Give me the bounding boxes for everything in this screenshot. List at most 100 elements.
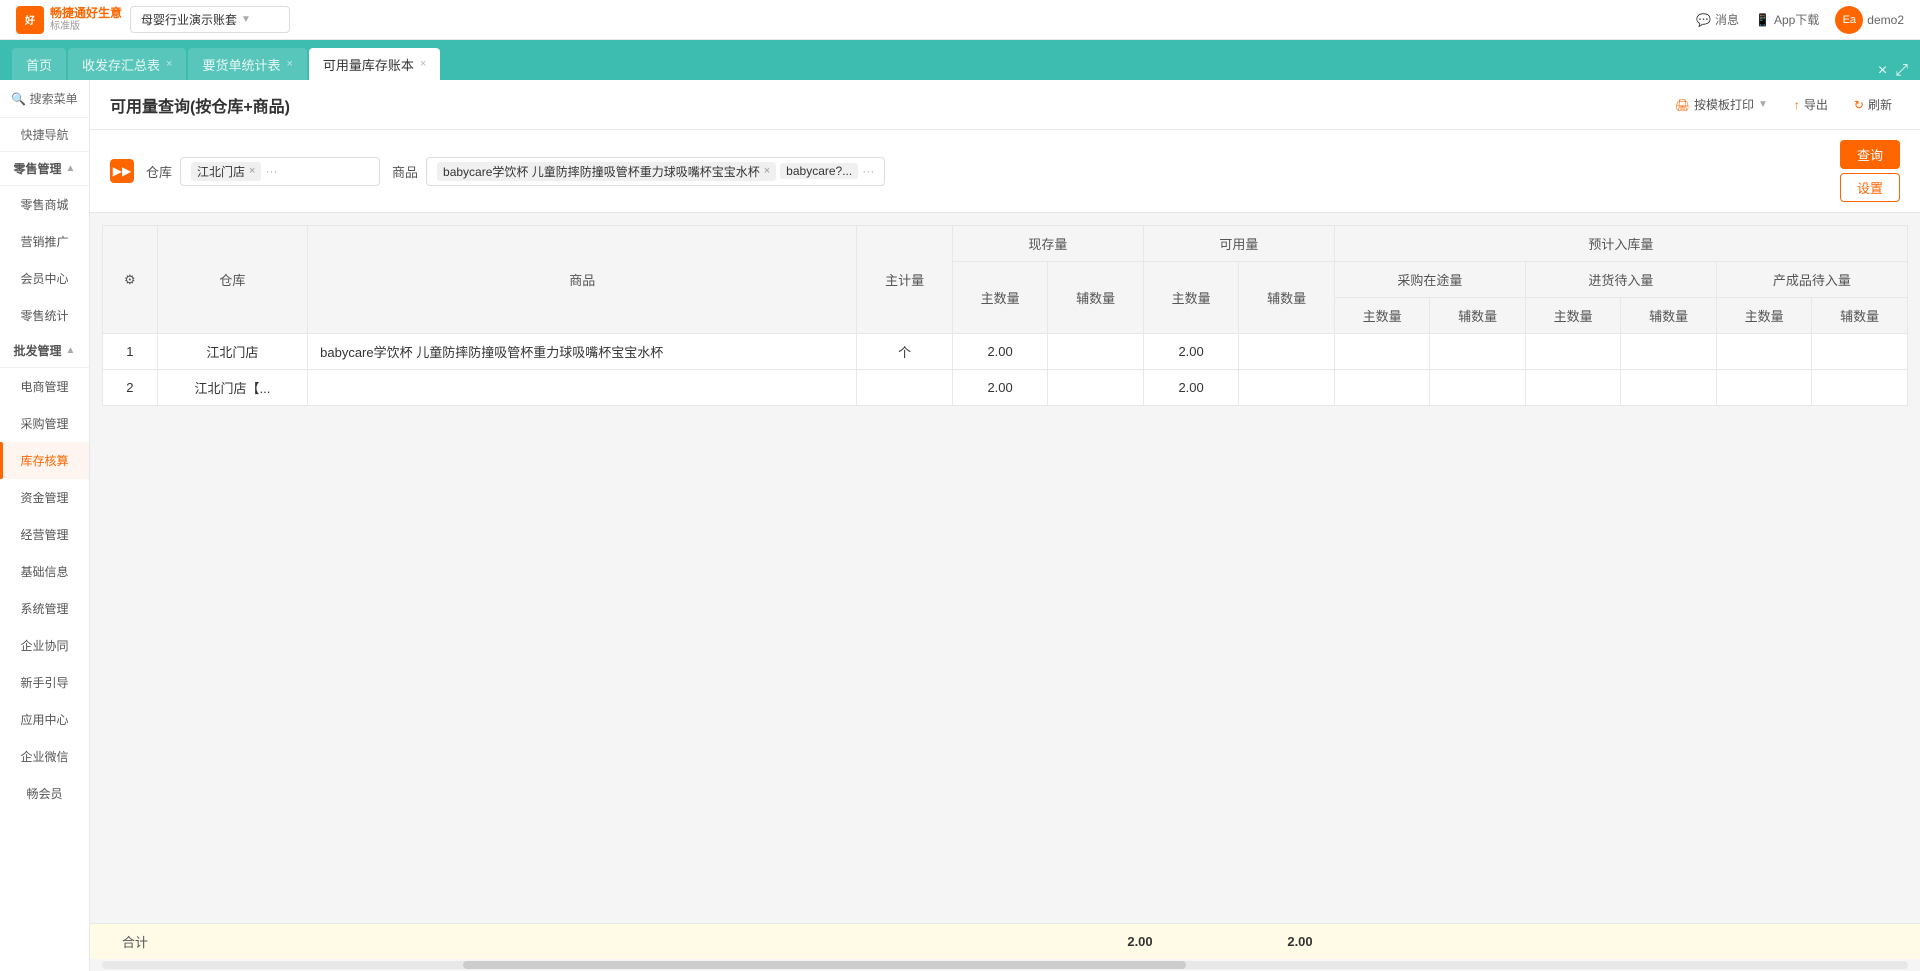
filter-warehouse-value: 江北门店	[197, 163, 245, 180]
sidebar-item-marketing[interactable]: 营销推广	[0, 223, 89, 260]
th-purchase-main: 主数量	[1334, 298, 1430, 334]
th-incoming-group: 进货待入量	[1525, 262, 1716, 298]
cell-product-0: babycare学饮杯 儿童防摔防撞吸管杯重力球吸嘴杯宝宝水杯	[308, 334, 857, 370]
sidebar-item-member[interactable]: 会员中心	[0, 260, 89, 297]
th-stock-main: 主数量	[952, 262, 1048, 334]
th-available-sub: 辅数量	[1239, 262, 1335, 334]
tab-available[interactable]: 可用量库存账本 ×	[309, 48, 440, 80]
tab-order-close[interactable]: ×	[286, 58, 292, 70]
filter-warehouse-input[interactable]: 江北门店 × ···	[180, 157, 380, 186]
th-purchase-group: 采购在途量	[1334, 262, 1525, 298]
th-purchase-sub: 辅数量	[1430, 298, 1526, 334]
filter-warehouse-remove[interactable]: ×	[249, 165, 255, 177]
cell-index-0: 1	[103, 334, 158, 370]
filter-product-more[interactable]: ···	[862, 164, 874, 178]
sidebar-item-finance[interactable]: 资金管理	[0, 479, 89, 516]
footer-label: 合计	[110, 932, 160, 951]
cell-warehouse-0: 江北门店	[157, 334, 307, 370]
message-button[interactable]: 💬 消息	[1696, 11, 1739, 28]
refresh-button[interactable]: ↻ 刷新	[1846, 92, 1900, 117]
filter-warehouse-more[interactable]: ···	[265, 164, 277, 178]
sidebar-section-wholesale[interactable]: 批发管理 ▲	[0, 334, 89, 368]
sidebar-item-retail-shop[interactable]: 零售商城	[0, 186, 89, 223]
sidebar-search[interactable]: 🔍 搜索菜单	[0, 80, 89, 118]
tab-expand-button[interactable]: ⤢	[1895, 62, 1908, 80]
cell-unit-0: 个	[857, 334, 953, 370]
footer-stock-main: 2.00	[1100, 934, 1180, 949]
sidebar-item-ecommerce-label: 电商管理	[20, 380, 68, 394]
chevron-icon-retail: ▲	[66, 163, 76, 174]
scroll-thumb[interactable]	[463, 961, 1185, 969]
sidebar-item-retail-label: 零售管理	[14, 160, 62, 177]
sidebar-item-wechat[interactable]: 企业微信	[0, 738, 89, 775]
sidebar-quick-nav[interactable]: 快捷导航	[0, 118, 89, 152]
th-warehouse: 仓库	[157, 226, 307, 334]
sidebar-item-purchase[interactable]: 采购管理	[0, 405, 89, 442]
settings-button[interactable]: 设置	[1840, 173, 1900, 202]
filter-product-group: 商品 babycare学饮杯 儿童防摔防撞吸管杯重力球吸嘴杯宝宝水杯 × bab…	[392, 157, 885, 186]
th-config[interactable]: ⚙	[103, 226, 158, 334]
page-actions: 🖨 按模板打印 ▼ ↑ 导出 ↻ 刷新	[1667, 92, 1900, 117]
top-bar-left: 好 畅捷通好生意 标准版 母婴行业演示账套 ▼	[16, 6, 290, 34]
cell-available-main-0: 2.00	[1143, 334, 1239, 370]
sidebar-item-member2[interactable]: 畅会员	[0, 775, 89, 812]
sidebar-item-guide[interactable]: 新手引导	[0, 664, 89, 701]
tab-available-close[interactable]: ×	[420, 58, 426, 70]
cell-product-main-0	[1716, 334, 1812, 370]
cell-index-1: 2	[103, 370, 158, 406]
sidebar-item-appcenter[interactable]: 应用中心	[0, 701, 89, 738]
export-button[interactable]: ↑ 导出	[1786, 92, 1836, 117]
tab-bar-actions: × ⤢	[1878, 62, 1908, 80]
sidebar-item-wechat-label: 企业微信	[20, 750, 68, 764]
sidebar-item-ecommerce[interactable]: 电商管理	[0, 368, 89, 405]
query-button[interactable]: 查询	[1840, 140, 1900, 169]
tab-order-label: 要货单统计表	[202, 55, 280, 74]
filter-expand-button[interactable]: ▶▶	[110, 159, 134, 183]
sidebar-item-inventory[interactable]: 库存核算	[0, 442, 89, 479]
tab-order[interactable]: 要货单统计表 ×	[188, 48, 306, 80]
filter-warehouse-group: 仓库 江北门店 × ···	[146, 157, 380, 186]
export-icon: ↑	[1794, 98, 1800, 112]
th-product-group: 产成品待入量	[1716, 262, 1907, 298]
sidebar-item-retail-shop-label: 零售商城	[20, 198, 68, 212]
filter-product-value2: babycare?...	[786, 164, 852, 178]
chevron-down-icon: ▼	[241, 14, 251, 25]
print-button[interactable]: 🖨 按模板打印 ▼	[1667, 92, 1776, 117]
scroll-track[interactable]	[102, 961, 1908, 969]
sidebar-item-operation[interactable]: 经营管理	[0, 516, 89, 553]
sidebar-item-system[interactable]: 系统管理	[0, 590, 89, 627]
export-label: 导出	[1804, 96, 1828, 113]
tab-receive-close[interactable]: ×	[166, 58, 172, 70]
content-area: 可用量查询(按仓库+商品) 🖨 按模板打印 ▼ ↑ 导出 ↻ 刷新 ▶▶	[90, 80, 1920, 971]
cell-product-main-1	[1716, 370, 1812, 406]
app-subtitle: 标准版	[50, 21, 122, 33]
tab-close-all-button[interactable]: ×	[1878, 62, 1887, 80]
sidebar-item-inventory-label: 库存核算	[20, 454, 68, 468]
sidebar-section-retail[interactable]: 零售管理 ▲	[0, 152, 89, 186]
cell-purchase-main-1	[1334, 370, 1430, 406]
user-area[interactable]: Ea demo2	[1835, 6, 1904, 34]
cell-product-sub-0	[1812, 334, 1908, 370]
tab-available-label: 可用量库存账本	[323, 55, 414, 74]
download-button[interactable]: 📱 App下载	[1755, 11, 1819, 28]
filter-product-input[interactable]: babycare学饮杯 儿童防摔防撞吸管杯重力球吸嘴杯宝宝水杯 × babyca…	[426, 157, 885, 186]
table-footer: 合计 2.00 2.00	[90, 923, 1920, 959]
tab-home[interactable]: 首页	[12, 48, 66, 80]
avatar: Ea	[1835, 6, 1863, 34]
user-name: demo2	[1867, 13, 1904, 27]
top-bar: 好 畅捷通好生意 标准版 母婴行业演示账套 ▼ 💬 消息 📱 App下载 Ea …	[0, 0, 1920, 40]
sidebar-item-basic[interactable]: 基础信息	[0, 553, 89, 590]
th-forecast-group: 预计入库量	[1334, 226, 1907, 262]
chevron-icon-wholesale: ▲	[66, 345, 76, 356]
tab-receive[interactable]: 收发存汇总表 ×	[68, 48, 186, 80]
config-icon: ⚙	[124, 272, 136, 287]
th-product-sub: 辅数量	[1812, 298, 1908, 334]
cell-available-sub-1	[1239, 370, 1335, 406]
org-selector[interactable]: 母婴行业演示账套 ▼	[130, 6, 290, 33]
sidebar-item-enterprise[interactable]: 企业协同	[0, 627, 89, 664]
filter-product-remove1[interactable]: ×	[764, 165, 770, 177]
sidebar-item-retail-stats[interactable]: 零售统计	[0, 297, 89, 334]
filter-product-tag2: babycare?...	[780, 163, 858, 179]
print-label: 按模板打印	[1694, 96, 1754, 113]
th-stock-group: 现存量	[952, 226, 1143, 262]
